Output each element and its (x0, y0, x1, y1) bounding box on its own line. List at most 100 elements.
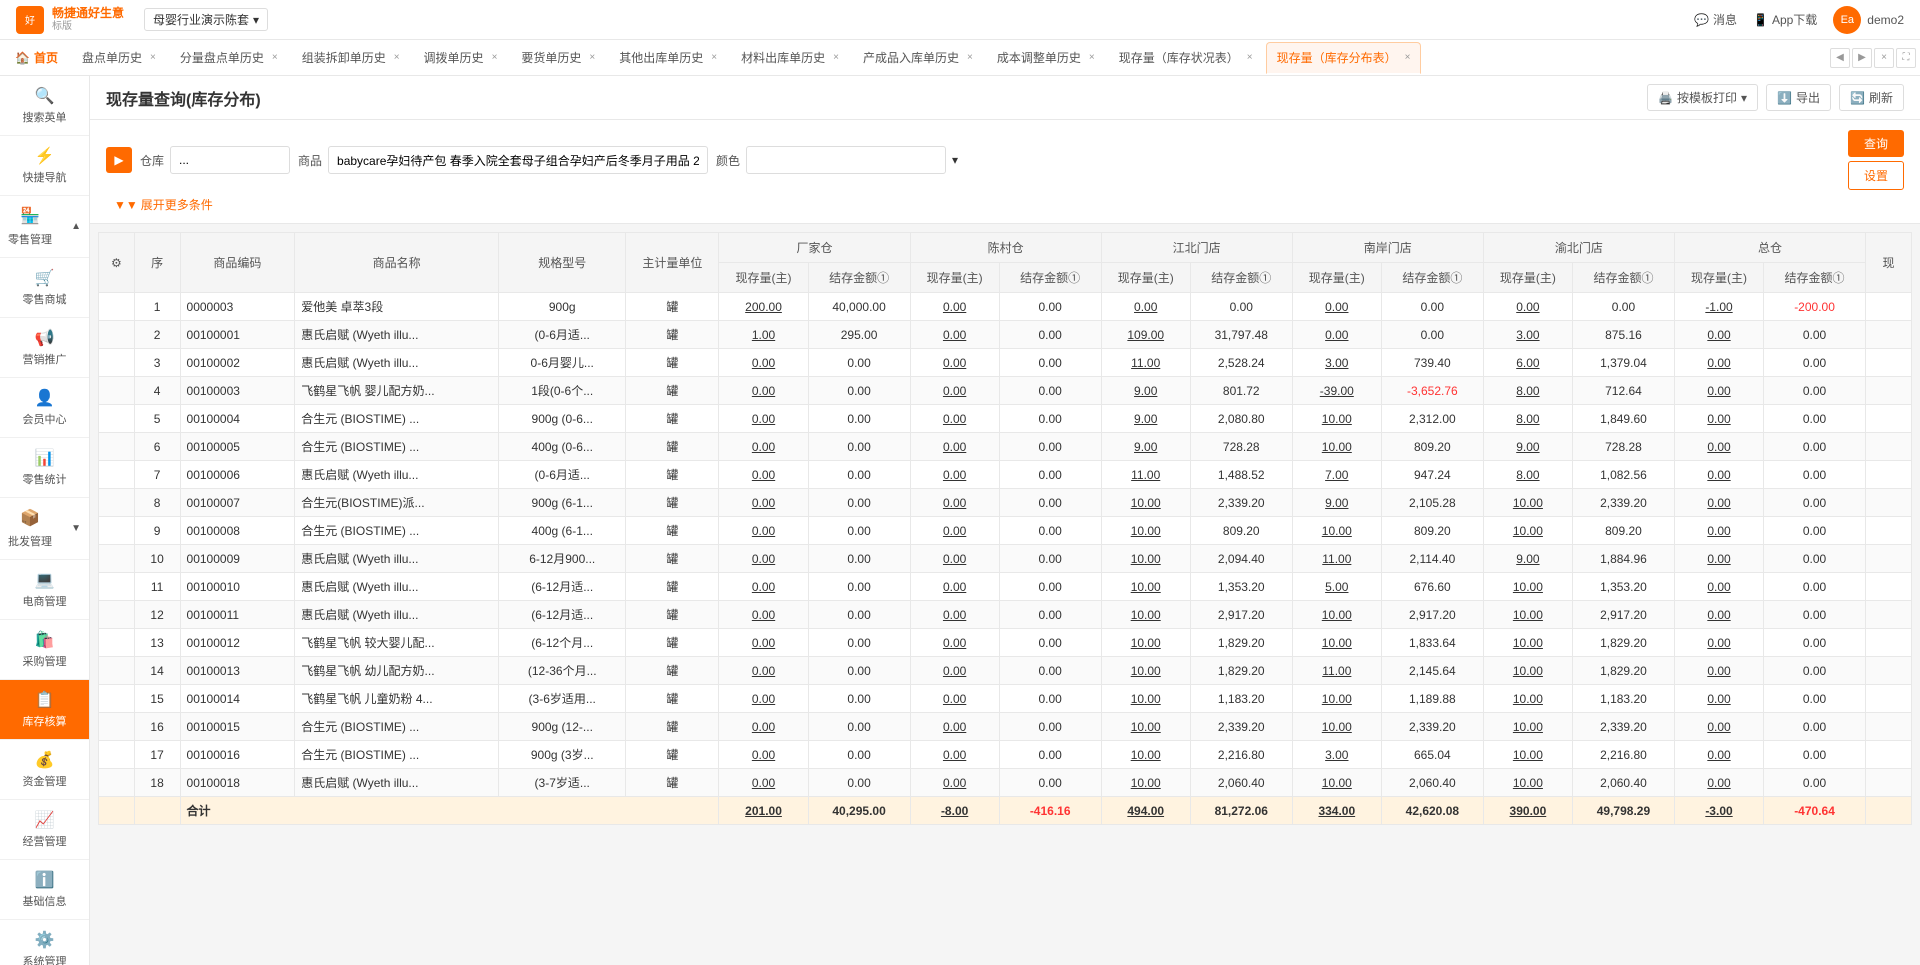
cell-nanan-qty[interactable]: 10.00 (1292, 433, 1381, 461)
cell-yubei-qty[interactable]: 10.00 (1483, 489, 1572, 517)
cell-jiangbei-qty[interactable]: 9.00 (1101, 377, 1190, 405)
cell-changjiaCun-qty[interactable]: 0.00 (719, 685, 808, 713)
cell-nanan-qty[interactable]: 0.00 (1292, 293, 1381, 321)
cell-jiangbei-qty[interactable]: 11.00 (1101, 349, 1190, 377)
cell-jiangbei-qty[interactable]: 0.00 (1101, 293, 1190, 321)
cell-yubei-qty[interactable]: 10.00 (1483, 573, 1572, 601)
expand-btn[interactable]: ▼▼ 展开更多条件 (114, 196, 213, 213)
cell-nanan-qty[interactable]: 10.00 (1292, 685, 1381, 713)
cell-nanan-qty[interactable]: 3.00 (1292, 349, 1381, 377)
cell-changjiaCun-qty[interactable]: 0.00 (719, 489, 808, 517)
refresh-btn[interactable]: 🔄 刷新 (1839, 84, 1904, 111)
summary-nanan-qty[interactable]: 334.00 (1292, 797, 1381, 825)
summary-yubei-qty[interactable]: 390.00 (1483, 797, 1572, 825)
cell-total-qty[interactable]: 0.00 (1674, 713, 1763, 741)
cell-total-qty[interactable]: 0.00 (1674, 741, 1763, 769)
tab-combo[interactable]: 组装拆卸单历史 × (291, 42, 411, 74)
cell-total-qty[interactable]: 0.00 (1674, 517, 1763, 545)
sidebar-item-member[interactable]: 👤 会员中心 (0, 378, 89, 438)
cell-total-qty[interactable]: 0.00 (1674, 321, 1763, 349)
tab-stock-status[interactable]: 现存量（库存状况表） × (1108, 42, 1264, 74)
sidebar-item-operations[interactable]: 📈 经营管理 (0, 800, 89, 860)
cell-total-qty[interactable]: 0.00 (1674, 489, 1763, 517)
cell-nanan-qty[interactable]: 11.00 (1292, 657, 1381, 685)
tab-split-count[interactable]: 分量盘点单历史 × (169, 42, 289, 74)
cell-chenCun-qty[interactable]: 0.00 (910, 713, 999, 741)
cell-yubei-qty[interactable]: 10.00 (1483, 517, 1572, 545)
cell-nanan-qty[interactable]: 10.00 (1292, 601, 1381, 629)
close-cost-adjust[interactable]: × (1089, 52, 1095, 63)
cell-yubei-qty[interactable]: 8.00 (1483, 377, 1572, 405)
tab-home[interactable]: 🏠 首页 (4, 42, 69, 74)
settings-btn[interactable]: 设置 (1848, 161, 1904, 190)
cell-total-qty[interactable]: 0.00 (1674, 545, 1763, 573)
cell-changjiaCun-qty[interactable]: 200.00 (719, 293, 808, 321)
cell-nanan-qty[interactable]: -39.00 (1292, 377, 1381, 405)
print-btn[interactable]: 🖨️ 按模板打印 ▾ (1647, 84, 1758, 111)
cell-total-qty[interactable]: 0.00 (1674, 769, 1763, 797)
cell-chenCun-qty[interactable]: 0.00 (910, 685, 999, 713)
cell-nanan-qty[interactable]: 11.00 (1292, 545, 1381, 573)
close-transfer[interactable]: × (492, 52, 498, 63)
cell-total-qty[interactable]: 0.00 (1674, 433, 1763, 461)
cell-changjiaCun-qty[interactable]: 0.00 (719, 741, 808, 769)
cell-total-qty[interactable]: 0.00 (1674, 377, 1763, 405)
tab-other-out[interactable]: 其他出库单历史 × (608, 42, 728, 74)
cell-jiangbei-qty[interactable]: 10.00 (1101, 489, 1190, 517)
cell-chenCun-qty[interactable]: 0.00 (910, 517, 999, 545)
cell-chenCun-qty[interactable]: 0.00 (910, 657, 999, 685)
summary-jiangbei-qty[interactable]: 494.00 (1101, 797, 1190, 825)
product-input[interactable] (328, 146, 708, 174)
collapse-btn[interactable]: ▶ (106, 147, 132, 173)
cell-jiangbei-qty[interactable]: 10.00 (1101, 685, 1190, 713)
close-purchase-order[interactable]: × (589, 52, 595, 63)
cell-chenCun-qty[interactable]: 0.00 (910, 489, 999, 517)
cell-changjiaCun-qty[interactable]: 0.00 (719, 629, 808, 657)
cell-jiangbei-qty[interactable]: 9.00 (1101, 405, 1190, 433)
cell-chenCun-qty[interactable]: 0.00 (910, 293, 999, 321)
sidebar-item-retail-mgmt[interactable]: 🏪 零售管理 ▲ (0, 196, 89, 258)
cell-total-qty[interactable]: 0.00 (1674, 601, 1763, 629)
cell-nanan-qty[interactable]: 0.00 (1292, 321, 1381, 349)
cell-jiangbei-qty[interactable]: 10.00 (1101, 657, 1190, 685)
summary-chenCun-qty[interactable]: -8.00 (910, 797, 999, 825)
query-btn[interactable]: 查询 (1848, 130, 1904, 157)
sidebar-item-inventory[interactable]: 📋 库存核算 (0, 680, 89, 740)
app-download-btn[interactable]: 📱 App下载 (1753, 11, 1817, 28)
cell-changjiaCun-qty[interactable]: 0.00 (719, 461, 808, 489)
cell-yubei-qty[interactable]: 10.00 (1483, 713, 1572, 741)
cell-nanan-qty[interactable]: 5.00 (1292, 573, 1381, 601)
message-btn[interactable]: 💬 消息 (1694, 11, 1737, 28)
cell-jiangbei-qty[interactable]: 10.00 (1101, 545, 1190, 573)
sidebar-item-marketing[interactable]: 📢 营销推广 (0, 318, 89, 378)
sidebar-item-quick-nav[interactable]: ⚡ 快捷导航 (0, 136, 89, 196)
cell-nanan-qty[interactable]: 10.00 (1292, 769, 1381, 797)
cell-yubei-qty[interactable]: 6.00 (1483, 349, 1572, 377)
summary-total-qty[interactable]: -3.00 (1674, 797, 1763, 825)
cell-changjiaCun-qty[interactable]: 0.00 (719, 517, 808, 545)
gear-icon[interactable]: ⚙ (111, 256, 122, 270)
warehouse-input[interactable] (170, 146, 290, 174)
cell-changjiaCun-qty[interactable]: 0.00 (719, 573, 808, 601)
cell-total-qty[interactable]: 0.00 (1674, 573, 1763, 601)
cell-jiangbei-qty[interactable]: 10.00 (1101, 573, 1190, 601)
close-inventory-count[interactable]: × (150, 52, 156, 63)
cell-jiangbei-qty[interactable]: 10.00 (1101, 517, 1190, 545)
tab-material-out[interactable]: 材料出库单历史 × (730, 42, 850, 74)
nav-expand[interactable]: ⛶ (1896, 48, 1916, 68)
tab-purchase-order[interactable]: 要货单历史 × (510, 42, 606, 74)
user-menu[interactable]: Ea demo2 (1833, 6, 1904, 34)
tab-transfer[interactable]: 调拨单历史 × (413, 42, 509, 74)
cell-jiangbei-qty[interactable]: 10.00 (1101, 629, 1190, 657)
cell-yubei-qty[interactable]: 10.00 (1483, 685, 1572, 713)
sidebar-item-search[interactable]: 🔍 搜索英单 (0, 76, 89, 136)
cell-yubei-qty[interactable]: 10.00 (1483, 769, 1572, 797)
close-other-out[interactable]: × (711, 52, 717, 63)
cell-jiangbei-qty[interactable]: 11.00 (1101, 461, 1190, 489)
cell-total-qty[interactable]: 0.00 (1674, 657, 1763, 685)
cell-nanan-qty[interactable]: 3.00 (1292, 741, 1381, 769)
cell-yubei-qty[interactable]: 9.00 (1483, 545, 1572, 573)
cell-chenCun-qty[interactable]: 0.00 (910, 629, 999, 657)
cell-yubei-qty[interactable]: 10.00 (1483, 741, 1572, 769)
cell-total-qty[interactable]: 0.00 (1674, 629, 1763, 657)
